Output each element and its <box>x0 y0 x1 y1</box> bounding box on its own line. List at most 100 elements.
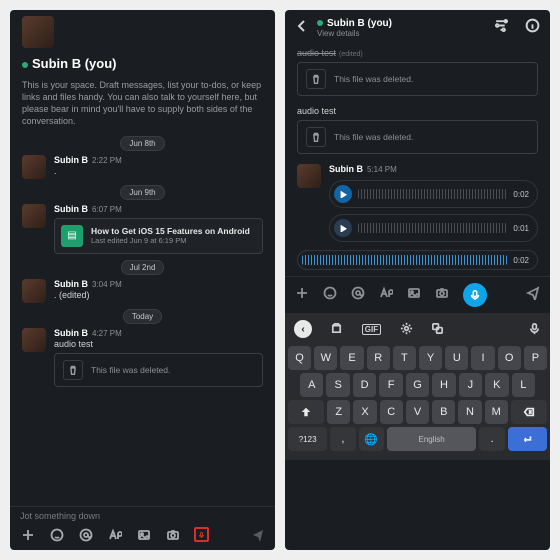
key-k[interactable]: K <box>485 373 508 397</box>
filter-icon[interactable] <box>494 18 509 38</box>
key-row: ?123 , 🌐 English . <box>288 427 547 451</box>
avatar[interactable] <box>22 155 46 179</box>
camera-icon[interactable] <box>435 286 449 305</box>
enter-key[interactable] <box>508 427 547 451</box>
date-separator: Jun 9th <box>22 187 263 198</box>
format-icon[interactable] <box>107 527 122 542</box>
gif-button[interactable]: GIF <box>362 324 381 335</box>
key-u[interactable]: U <box>445 346 468 370</box>
emoji-icon[interactable] <box>49 527 64 542</box>
mic-recording-icon[interactable] <box>463 283 487 307</box>
shift-key[interactable] <box>288 400 324 424</box>
waveform[interactable] <box>358 223 507 233</box>
image-icon[interactable] <box>136 527 151 542</box>
key-o[interactable]: O <box>498 346 521 370</box>
key-x[interactable]: X <box>353 400 376 424</box>
period-key[interactable]: . <box>479 427 504 451</box>
deleted-file-notice: This file was deleted. <box>297 120 538 154</box>
key-s[interactable]: S <box>326 373 349 397</box>
keyboard-suggestion-bar: ‹ GIF <box>288 317 547 343</box>
key-row: ASDFGHJKL <box>288 373 547 397</box>
message[interactable]: Subin B5:14 PM 0:02 0:01 <box>297 164 538 242</box>
comma-key[interactable]: , <box>330 427 355 451</box>
message[interactable]: Subin B4:27 PM audio test This file was … <box>22 328 263 387</box>
lang-key[interactable]: 🌐 <box>359 427 384 451</box>
key-f[interactable]: F <box>379 373 402 397</box>
message[interactable]: audio test(edited) This file was deleted… <box>297 48 538 96</box>
message[interactable]: Subin B6:07 PM ▤ How to Get iOS 15 Featu… <box>22 204 263 254</box>
key-i[interactable]: I <box>471 346 494 370</box>
key-g[interactable]: G <box>406 373 429 397</box>
composer-toolbar <box>10 523 275 550</box>
doc-icon: ▤ <box>61 225 83 247</box>
keyboard: ‹ GIF QWERTYUIOP ASDFGHJKL ZXCVBNM ?123 … <box>285 313 550 460</box>
key-v[interactable]: V <box>406 400 429 424</box>
message[interactable]: audio test This file was deleted. <box>297 106 538 154</box>
key-d[interactable]: D <box>353 373 376 397</box>
trash-icon <box>306 69 326 89</box>
waveform[interactable] <box>358 189 507 199</box>
voice-clip[interactable]: 0:02 <box>329 180 538 208</box>
key-c[interactable]: C <box>380 400 403 424</box>
intro-text: This is your space. Draft messages, list… <box>22 79 263 128</box>
info-icon[interactable] <box>525 18 540 38</box>
key-j[interactable]: J <box>459 373 482 397</box>
clipboard-icon[interactable] <box>330 322 343 337</box>
key-l[interactable]: L <box>512 373 535 397</box>
key-b[interactable]: B <box>432 400 455 424</box>
mention-icon[interactable] <box>78 527 93 542</box>
back-icon[interactable] <box>295 19 309 38</box>
key-m[interactable]: M <box>485 400 508 424</box>
key-a[interactable]: A <box>300 373 323 397</box>
key-y[interactable]: Y <box>419 346 442 370</box>
avatar[interactable] <box>22 204 46 228</box>
play-icon[interactable] <box>334 185 352 203</box>
send-icon[interactable] <box>250 527 265 542</box>
key-p[interactable]: P <box>524 346 547 370</box>
key-r[interactable]: R <box>367 346 390 370</box>
emoji-icon[interactable] <box>323 286 337 305</box>
play-icon[interactable] <box>334 219 352 237</box>
view-details-link[interactable]: View details <box>317 29 486 38</box>
key-w[interactable]: W <box>314 346 337 370</box>
key-h[interactable]: H <box>432 373 455 397</box>
avatar[interactable] <box>297 164 321 188</box>
key-q[interactable]: Q <box>288 346 311 370</box>
attachment-card[interactable]: ▤ How to Get iOS 15 Features on Android … <box>54 218 263 254</box>
plus-icon[interactable] <box>20 527 35 542</box>
message[interactable]: Subin B3:04 PM . (edited) <box>22 279 263 303</box>
format-icon[interactable] <box>379 286 393 305</box>
key-e[interactable]: E <box>340 346 363 370</box>
backspace-key[interactable] <box>511 400 547 424</box>
send-icon[interactable] <box>526 286 540 305</box>
chevron-left-icon[interactable]: ‹ <box>294 320 312 338</box>
composer-input[interactable]: Jot something down <box>10 506 275 523</box>
image-icon[interactable] <box>407 286 421 305</box>
header: Subin B (you) View details <box>285 10 550 42</box>
key-n[interactable]: N <box>458 400 481 424</box>
key-t[interactable]: T <box>393 346 416 370</box>
mic-icon[interactable] <box>194 527 209 542</box>
plus-icon[interactable] <box>295 286 309 305</box>
avatar <box>22 16 54 48</box>
recording-clip[interactable]: 0:02 <box>297 250 538 270</box>
voice-clip[interactable]: 0:01 <box>329 214 538 242</box>
deleted-file-notice: This file was deleted. <box>297 62 538 96</box>
presence-dot-icon <box>22 62 28 68</box>
avatar[interactable] <box>22 279 46 303</box>
camera-icon[interactable] <box>165 527 180 542</box>
date-separator: Today <box>22 311 263 322</box>
translate-icon[interactable] <box>431 322 444 337</box>
waveform[interactable] <box>302 255 507 265</box>
symbols-key[interactable]: ?123 <box>288 427 327 451</box>
trash-icon <box>306 127 326 147</box>
space-key[interactable]: English <box>387 427 477 451</box>
channel-title: Subin B (you) <box>22 56 263 71</box>
voice-typing-icon[interactable] <box>528 322 541 337</box>
mention-icon[interactable] <box>351 286 365 305</box>
avatar[interactable] <box>22 328 46 352</box>
settings-icon[interactable] <box>400 322 413 337</box>
key-z[interactable]: Z <box>327 400 350 424</box>
message[interactable]: Subin B2:22 PM . <box>22 155 263 179</box>
date-separator: Jun 8th <box>22 138 263 149</box>
